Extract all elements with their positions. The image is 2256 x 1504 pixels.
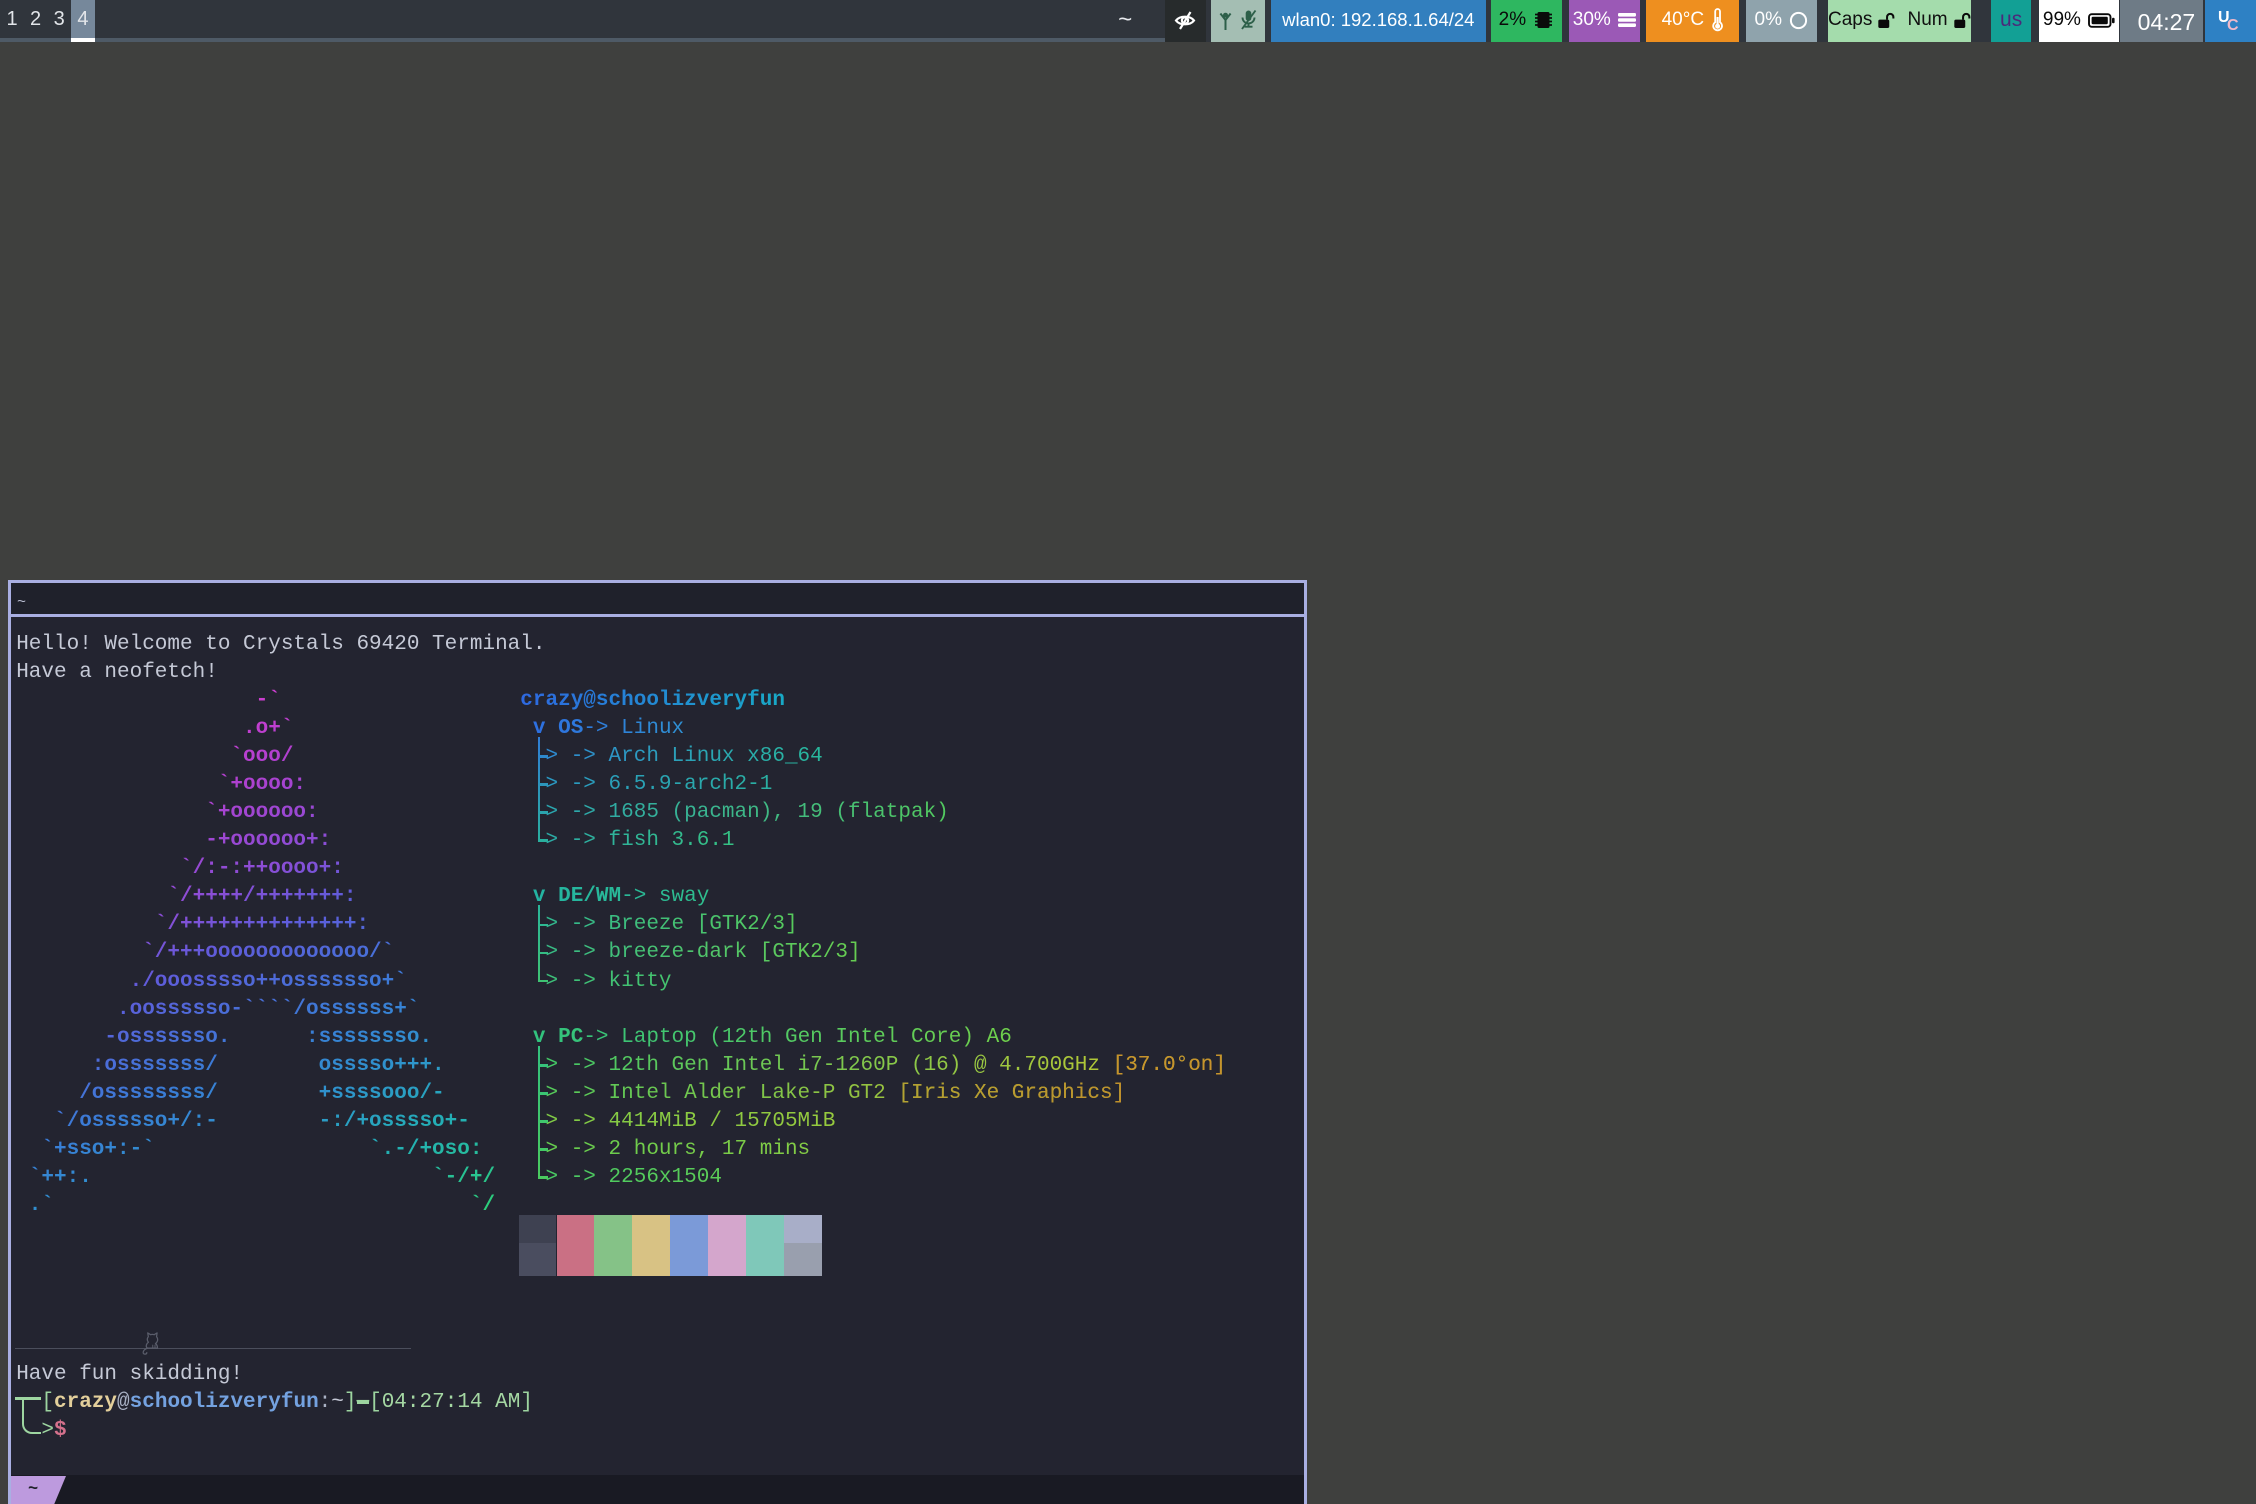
svg-text:C: C [2227, 17, 2239, 34]
